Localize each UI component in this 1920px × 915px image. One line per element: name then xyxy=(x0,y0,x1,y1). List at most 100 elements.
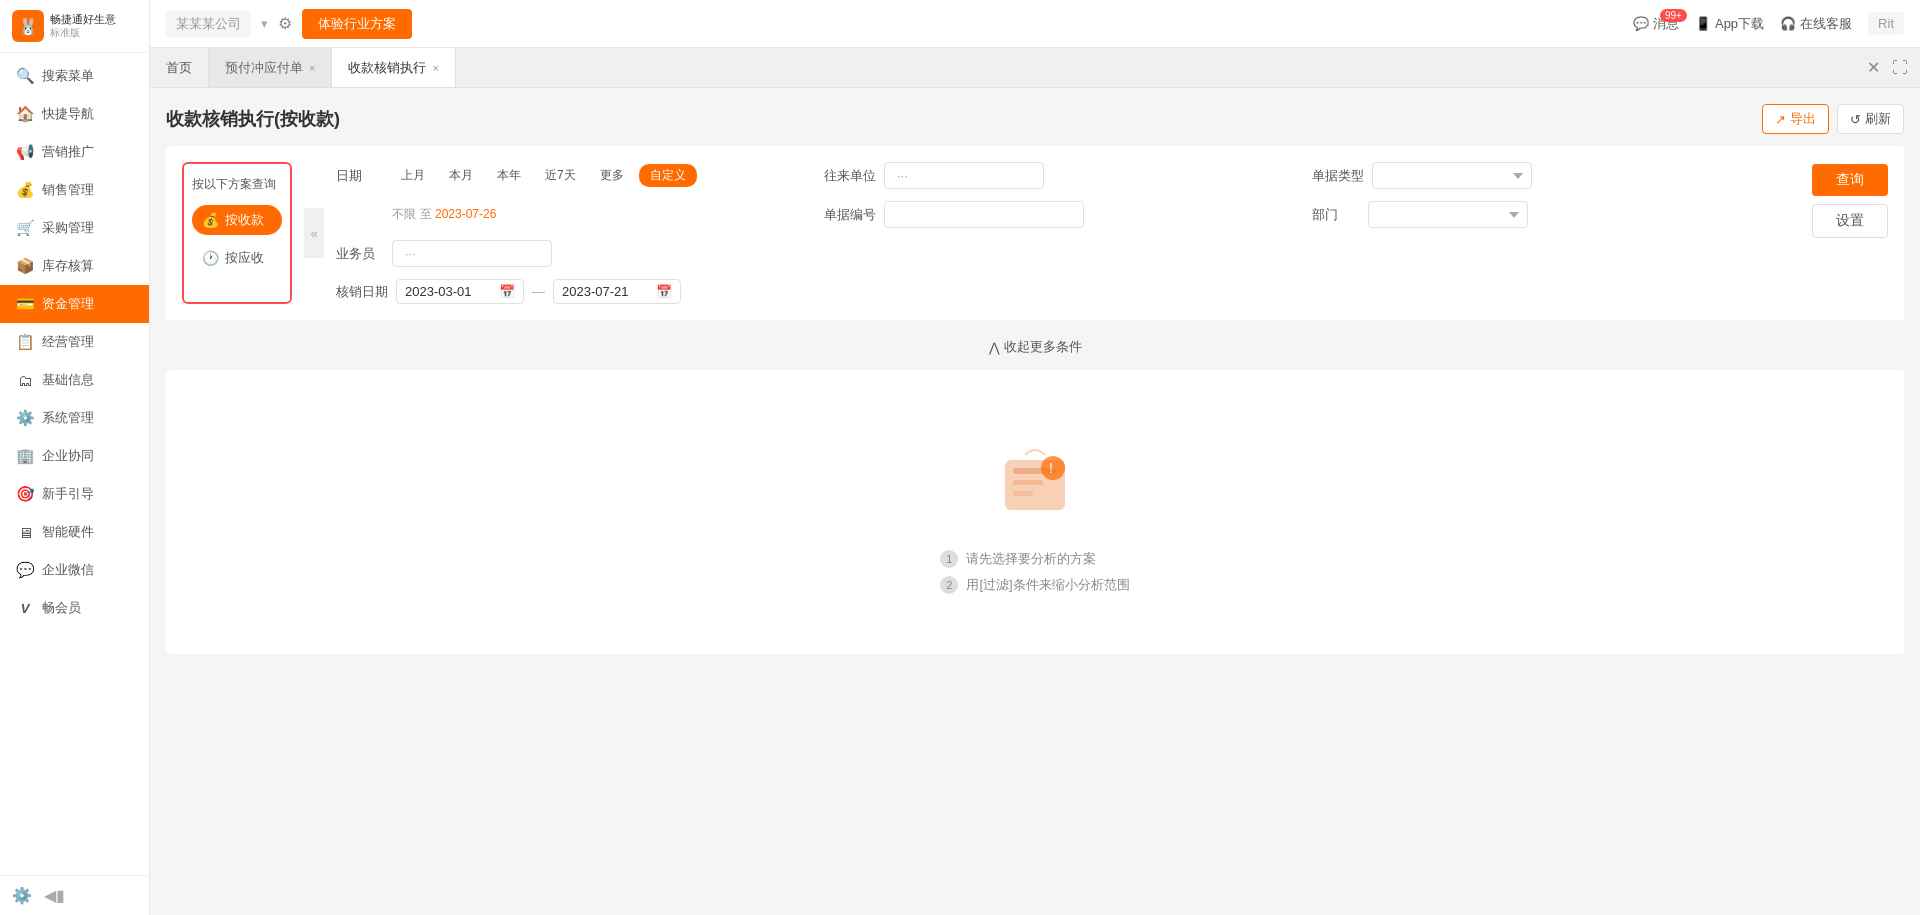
sidebar-item-inventory[interactable]: 📦 库存核算 xyxy=(0,247,149,285)
empty-tip-1: 1 请先选择要分析的方案 xyxy=(940,550,1129,568)
tabbar: 首页 预付冲应付单 × 收款核销执行 × ✕ ⛶ xyxy=(150,48,1920,88)
marketing-icon: 📢 xyxy=(16,143,34,161)
user-info[interactable]: Rit xyxy=(1868,12,1904,35)
sidebar-bottom: ⚙️ ◀▮ xyxy=(0,875,149,915)
calendar-start-icon[interactable]: 📅 xyxy=(499,284,515,299)
tab-verify-close[interactable]: × xyxy=(432,62,438,74)
collapse-filter-btn[interactable]: « xyxy=(304,208,324,258)
page-header: 收款核销执行(按收款) ↗ 导出 ↺ 刷新 xyxy=(166,104,1904,134)
dept-select[interactable] xyxy=(1368,201,1528,228)
tab-verify[interactable]: 收款核销执行 × xyxy=(332,48,455,87)
refresh-btn[interactable]: ↺ 刷新 xyxy=(1837,104,1904,134)
message-icon: 💬 xyxy=(1633,16,1649,31)
export-icon: ↗ xyxy=(1775,112,1786,127)
filter-dept-cell: 部门 xyxy=(1312,201,1784,228)
enterprise-icon: 🏢 xyxy=(16,447,34,465)
filter-staff-cell: 业务员 ··· xyxy=(336,240,808,267)
sidebar-item-finance[interactable]: 💳 资金管理 xyxy=(0,285,149,323)
sidebar-item-hardware[interactable]: 🖥 智能硬件 xyxy=(0,513,149,551)
filter-counterpart-cell: 往来单位 ··· xyxy=(824,162,1296,189)
filter-date-cell: 日期 上月 本月 本年 近7天 更多 自定义 xyxy=(336,162,808,189)
collapse-more-btn[interactable]: ⋀ 收起更多条件 xyxy=(166,332,1904,362)
query-btn[interactable]: 查询 xyxy=(1812,164,1888,196)
date-this-month[interactable]: 本月 xyxy=(440,164,482,187)
svg-text:!: ! xyxy=(1049,460,1053,476)
filter-billtype-cell: 单据类型 xyxy=(1312,162,1784,189)
content-area: 收款核销执行(按收款) ↗ 导出 ↺ 刷新 按以下方案查询 💰 按收款 xyxy=(150,88,1920,915)
date-value-text: 2023-07-26 xyxy=(435,207,496,221)
hardware-icon: 🖥 xyxy=(16,524,34,541)
date-more[interactable]: 更多 xyxy=(591,164,633,187)
system-icon: ⚙️ xyxy=(16,409,34,427)
receipt-icon: 💰 xyxy=(202,212,219,228)
sidebar-item-purchase[interactable]: 🛒 采购管理 xyxy=(0,209,149,247)
date-7days[interactable]: 近7天 xyxy=(536,164,585,187)
export-btn[interactable]: ↗ 导出 xyxy=(1762,104,1829,134)
company-dropdown-icon[interactable]: ▾ xyxy=(261,16,268,31)
logo-icon: 🐰 xyxy=(12,10,44,42)
tab-prepay[interactable]: 预付冲应付单 × xyxy=(209,48,332,87)
sidebar-item-marketing[interactable]: 📢 营销推广 xyxy=(0,133,149,171)
staff-label: 业务员 xyxy=(336,245,384,263)
sidebar-item-wechat[interactable]: 💬 企业微信 xyxy=(0,551,149,589)
sidebar-item-guide[interactable]: 🎯 新手引导 xyxy=(0,475,149,513)
billtype-label: 单据类型 xyxy=(1312,167,1364,185)
counterpart-label: 往来单位 xyxy=(824,167,876,185)
verify-date-start[interactable] xyxy=(405,284,495,299)
solution-btn[interactable]: 体验行业方案 xyxy=(302,9,412,39)
verifydate-label: 核销日期 xyxy=(336,283,388,301)
date-this-year[interactable]: 本年 xyxy=(488,164,530,187)
settings-bottom-icon[interactable]: ⚙️ xyxy=(12,886,32,905)
svg-rect-3 xyxy=(1013,491,1033,496)
management-icon: 📋 xyxy=(16,333,34,351)
date-nolimit-text: 不限 xyxy=(392,207,416,221)
filter-by-receivable[interactable]: 🕐 按应收 xyxy=(192,243,282,273)
collapse-sidebar-icon[interactable]: ◀▮ xyxy=(44,886,65,905)
receivable-icon: 🕐 xyxy=(202,250,219,266)
tab-prepay-close[interactable]: × xyxy=(309,62,315,74)
topbar: 某某某公司 ▾ ⚙ 体验行业方案 💬 消息 99+ 📱 App下载 🎧 在线客服… xyxy=(150,0,1920,48)
app-download-btn[interactable]: 📱 App下载 xyxy=(1695,15,1764,33)
calendar-end-icon[interactable]: 📅 xyxy=(656,284,672,299)
sidebar-item-system[interactable]: ⚙️ 系统管理 xyxy=(0,399,149,437)
message-btn[interactable]: 💬 消息 99+ xyxy=(1633,15,1679,33)
app-edition: 标准版 xyxy=(50,26,116,40)
sidebar-item-search[interactable]: 🔍 搜索菜单 xyxy=(0,57,149,95)
online-service-btn[interactable]: 🎧 在线客服 xyxy=(1780,15,1852,33)
filter-billno-cell: 单据编号 xyxy=(824,201,1296,228)
date-label: 日期 xyxy=(336,167,384,185)
counterpart-picker[interactable]: ··· xyxy=(884,162,1044,189)
billno-label: 单据编号 xyxy=(824,206,876,224)
scheme-label: 按以下方案查询 xyxy=(192,176,282,193)
tab-close-window-icon[interactable]: ✕ xyxy=(1863,56,1884,79)
topbar-gear-icon[interactable]: ⚙ xyxy=(278,14,292,33)
purchase-icon: 🛒 xyxy=(16,219,34,237)
tab-home[interactable]: 首页 xyxy=(150,48,209,87)
sidebar: 🐰 畅捷通好生意 标准版 🔍 搜索菜单 🏠 快捷导航 📢 营销推广 💰 销售管理… xyxy=(0,0,150,915)
date-custom[interactable]: 自定义 xyxy=(639,164,697,187)
sidebar-item-basicinfo[interactable]: 🗂 基础信息 xyxy=(0,361,149,399)
billno-input[interactable] xyxy=(884,201,1084,228)
inventory-icon: 📦 xyxy=(16,257,34,275)
sidebar-item-member[interactable]: V 畅会员 xyxy=(0,589,149,627)
filter-scheme-selector: 按以下方案查询 💰 按收款 🕐 按应收 xyxy=(182,162,292,304)
basicinfo-icon: 🗂 xyxy=(16,372,34,389)
sidebar-nav: 🔍 搜索菜单 🏠 快捷导航 📢 营销推广 💰 销售管理 🛒 采购管理 📦 库存核… xyxy=(0,53,149,875)
date-last-month[interactable]: 上月 xyxy=(392,164,434,187)
company-selector[interactable]: 某某某公司 xyxy=(166,11,251,37)
filter-by-receipt[interactable]: 💰 按收款 xyxy=(192,205,282,235)
filter-grid: 日期 上月 本月 本年 近7天 更多 自定义 往来单位 ··· xyxy=(336,162,1800,304)
sidebar-item-enterprise[interactable]: 🏢 企业协同 xyxy=(0,437,149,475)
page-title: 收款核销执行(按收款) xyxy=(166,107,340,131)
verify-date-end-wrap: 📅 xyxy=(553,279,681,304)
billtype-select[interactable] xyxy=(1372,162,1532,189)
verify-date-end[interactable] xyxy=(562,284,652,299)
home-icon: 🏠 xyxy=(16,105,34,123)
sidebar-item-sales[interactable]: 💰 销售管理 xyxy=(0,171,149,209)
setting-btn[interactable]: 设置 xyxy=(1812,204,1888,238)
sidebar-item-quicknav[interactable]: 🏠 快捷导航 xyxy=(0,95,149,133)
tab-expand-icon[interactable]: ⛶ xyxy=(1888,57,1912,79)
sidebar-item-management[interactable]: 📋 经营管理 xyxy=(0,323,149,361)
staff-picker[interactable]: ··· xyxy=(392,240,552,267)
refresh-icon: ↺ xyxy=(1850,112,1861,127)
